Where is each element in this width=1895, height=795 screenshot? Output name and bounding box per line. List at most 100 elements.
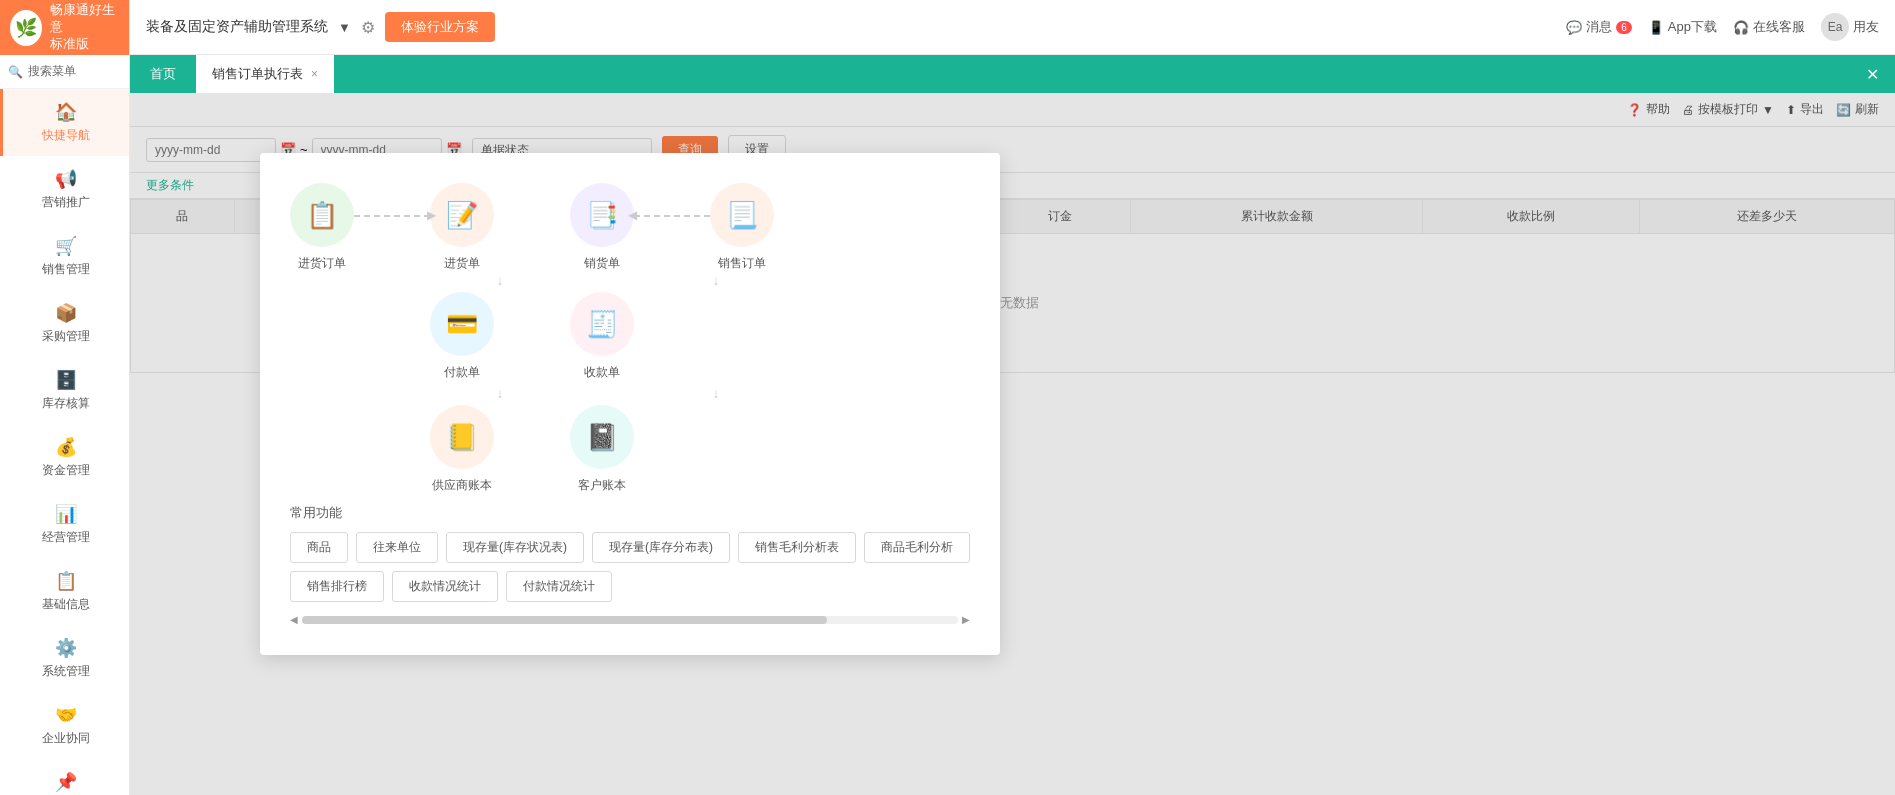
receipt-icon: 🧾 xyxy=(570,292,634,356)
system-icon: ⚙️ xyxy=(55,637,77,659)
scroll-track[interactable] xyxy=(302,616,958,624)
func-btn-7[interactable]: 收款情况统计 xyxy=(392,571,498,602)
func-btn-0[interactable]: 商品 xyxy=(290,532,348,563)
flow-node-purchase-slip[interactable]: 📝 进货单 xyxy=(430,183,494,272)
flow-arrows-down1: ↓ ↓ xyxy=(290,272,970,288)
customer-label: 客户账本 xyxy=(578,477,626,494)
purchase-slip-label: 进货单 xyxy=(444,255,480,272)
tab-close-icon[interactable]: × xyxy=(311,67,318,81)
sales-slip-label: 销货单 xyxy=(584,255,620,272)
scroll-right-icon[interactable]: ▶ xyxy=(962,614,970,625)
func-btn-2[interactable]: 现存量(库存状况表) xyxy=(446,532,584,563)
newbie-icon: 📌 xyxy=(55,771,77,793)
scroll-left-icon[interactable]: ◀ xyxy=(290,614,298,625)
sidebar-item-newbie[interactable]: 📌 新手引导 xyxy=(0,759,129,795)
func-btn-8[interactable]: 付款情况统计 xyxy=(506,571,612,602)
message-badge: 6 xyxy=(1616,21,1632,34)
purchase-order-label: 进货订单 xyxy=(298,255,346,272)
settings-icon[interactable]: ⚙ xyxy=(361,18,375,37)
arrow-h1: ▶ xyxy=(354,215,430,217)
logo-icon: 🌿 xyxy=(10,10,42,46)
func-btn-3[interactable]: 现存量(库存分布表) xyxy=(592,532,730,563)
flow-node-purchase-order[interactable]: 📋 进货订单 xyxy=(290,183,354,272)
functions-grid: 商品 往来单位 现存量(库存状况表) 现存量(库存分布表) 销售毛利分析表 商品… xyxy=(290,532,970,563)
message-button[interactable]: 💬 消息 6 xyxy=(1566,18,1632,36)
avatar: Ea xyxy=(1821,13,1849,41)
sidebar-nav: 🏠 快捷导航 📢 营销推广 🛒 销售管理 📦 采购管理 🗄️ 库存核算 💰 xyxy=(0,89,129,795)
arrow-h2: ◀ xyxy=(634,215,710,217)
flow-diagram: 📋 进货订单 ▶ 📝 进货单 xyxy=(290,183,970,494)
flow-node-supplier[interactable]: 📒 供应商账本 xyxy=(430,405,494,494)
sidebar-item-finance[interactable]: 💰 资金管理 xyxy=(0,424,129,491)
topbar-right: 💬 消息 6 📱 App下载 🎧 在线客服 Ea 用友 xyxy=(1566,13,1879,41)
functions-section: 常用功能 商品 往来单位 现存量(库存状况表) 现存量(库存分布表) 销售毛利分… xyxy=(290,504,970,602)
online-service-button[interactable]: 🎧 在线客服 xyxy=(1733,18,1805,36)
popup-scrollbar: ◀ ▶ xyxy=(290,614,970,625)
supplier-icon: 📒 xyxy=(430,405,494,469)
sidebar-item-operations[interactable]: 📊 经营管理 xyxy=(0,491,129,558)
purchase-slip-icon: 📝 xyxy=(430,183,494,247)
sidebar-item-quick-nav[interactable]: 🏠 快捷导航 xyxy=(0,89,129,156)
sidebar-item-purchase[interactable]: 📦 采购管理 xyxy=(0,290,129,357)
payment-icon: 💳 xyxy=(430,292,494,356)
main-content: 装备及固定资产辅助管理系统 ▼ ⚙ 体验行业方案 💬 消息 6 📱 App下载 xyxy=(130,0,1895,795)
trial-button[interactable]: 体验行业方案 xyxy=(385,12,495,42)
func-btn-4[interactable]: 销售毛利分析表 xyxy=(738,532,856,563)
arrow-down-payment: ↓ xyxy=(430,385,570,401)
sidebar-item-system[interactable]: ⚙️ 系统管理 xyxy=(0,625,129,692)
logo: 🌿 畅康通好生意 标准版 xyxy=(0,0,129,55)
flow-node-customer[interactable]: 📓 客户账本 xyxy=(570,405,634,494)
topbar-left: 装备及固定资产辅助管理系统 ▼ ⚙ 体验行业方案 xyxy=(146,12,495,42)
sidebar-item-enterprise[interactable]: 🤝 企业协同 xyxy=(0,692,129,759)
close-all-tabs[interactable]: ✕ xyxy=(1850,65,1895,84)
functions-title: 常用功能 xyxy=(290,504,970,522)
func-btn-6[interactable]: 销售排行榜 xyxy=(290,571,384,602)
arrow-down-purchase: ↓ xyxy=(430,272,570,288)
system-dropdown[interactable]: ▼ xyxy=(338,20,351,35)
flow-node-sales-order[interactable]: 📃 销售订单 xyxy=(710,183,774,272)
sidebar-item-sales[interactable]: 🛒 销售管理 xyxy=(0,223,129,290)
user-menu[interactable]: Ea 用友 xyxy=(1821,13,1879,41)
marketing-icon: 📢 xyxy=(55,168,77,190)
topbar: 装备及固定资产辅助管理系统 ▼ ⚙ 体验行业方案 💬 消息 6 📱 App下载 xyxy=(130,0,1895,55)
sidebar-item-basic-info[interactable]: 📋 基础信息 xyxy=(0,558,129,625)
payment-label: 付款单 xyxy=(444,364,480,381)
logo-text: 畅康通好生意 标准版 xyxy=(50,2,119,53)
sidebar: 🌿 畅康通好生意 标准版 🔍 搜索菜单 🏠 快捷导航 📢 营销推广 🛒 销售管理 xyxy=(0,0,130,795)
chevron-down-icon: ▼ xyxy=(338,20,351,35)
purchase-order-icon: 📋 xyxy=(290,183,354,247)
flow-popup: 📋 进货订单 ▶ 📝 进货单 xyxy=(260,153,1000,655)
spacer4 xyxy=(570,385,646,401)
purchase-icon: 📦 xyxy=(55,302,77,324)
sidebar-item-marketing[interactable]: 📢 营销推广 xyxy=(0,156,129,223)
flow-arrows-down2: ↓ ↓ xyxy=(290,385,970,401)
func-btn-1[interactable]: 往来单位 xyxy=(356,532,438,563)
finance-icon: 💰 xyxy=(55,436,77,458)
tab-bar: 首页 销售订单执行表 × ✕ xyxy=(130,55,1895,93)
enterprise-icon: 🤝 xyxy=(55,704,77,726)
sidebar-item-inventory[interactable]: 🗄️ 库存核算 xyxy=(0,357,129,424)
flow-node-receipt[interactable]: 🧾 收款单 xyxy=(570,292,634,381)
flow-node-sales-slip[interactable]: 📑 销货单 xyxy=(570,183,634,272)
flow-row-1: 📋 进货订单 ▶ 📝 进货单 xyxy=(290,183,970,272)
receipt-label: 收款单 xyxy=(584,364,620,381)
flow-node-payment[interactable]: 💳 付款单 xyxy=(430,292,494,381)
search-icon: 🔍 xyxy=(8,65,23,79)
sales-order-icon: 📃 xyxy=(710,183,774,247)
flow-row-3: 📒 供应商账本 📓 客户账本 xyxy=(290,405,970,494)
scroll-thumb xyxy=(302,616,827,624)
tab-home[interactable]: 首页 xyxy=(130,55,196,93)
sales-order-label: 销售订单 xyxy=(718,255,766,272)
sidebar-search[interactable]: 🔍 搜索菜单 xyxy=(0,55,129,89)
customer-icon: 📓 xyxy=(570,405,634,469)
quick-nav-icon: 🏠 xyxy=(55,101,77,123)
message-icon: 💬 xyxy=(1566,20,1582,35)
arrow-down-sales: ↓ xyxy=(646,272,786,288)
download-icon: 📱 xyxy=(1648,20,1664,35)
sales-icon: 🛒 xyxy=(55,235,77,257)
sales-slip-icon: 📑 xyxy=(570,183,634,247)
func-btn-5[interactable]: 商品毛利分析 xyxy=(864,532,970,563)
tab-sales-order[interactable]: 销售订单执行表 × xyxy=(196,55,334,93)
app-download-button[interactable]: 📱 App下载 xyxy=(1648,18,1717,36)
page-content: ❓ 帮助 🖨 按模板打印 ▼ ⬆ 导出 🔄 刷新 xyxy=(130,93,1895,795)
